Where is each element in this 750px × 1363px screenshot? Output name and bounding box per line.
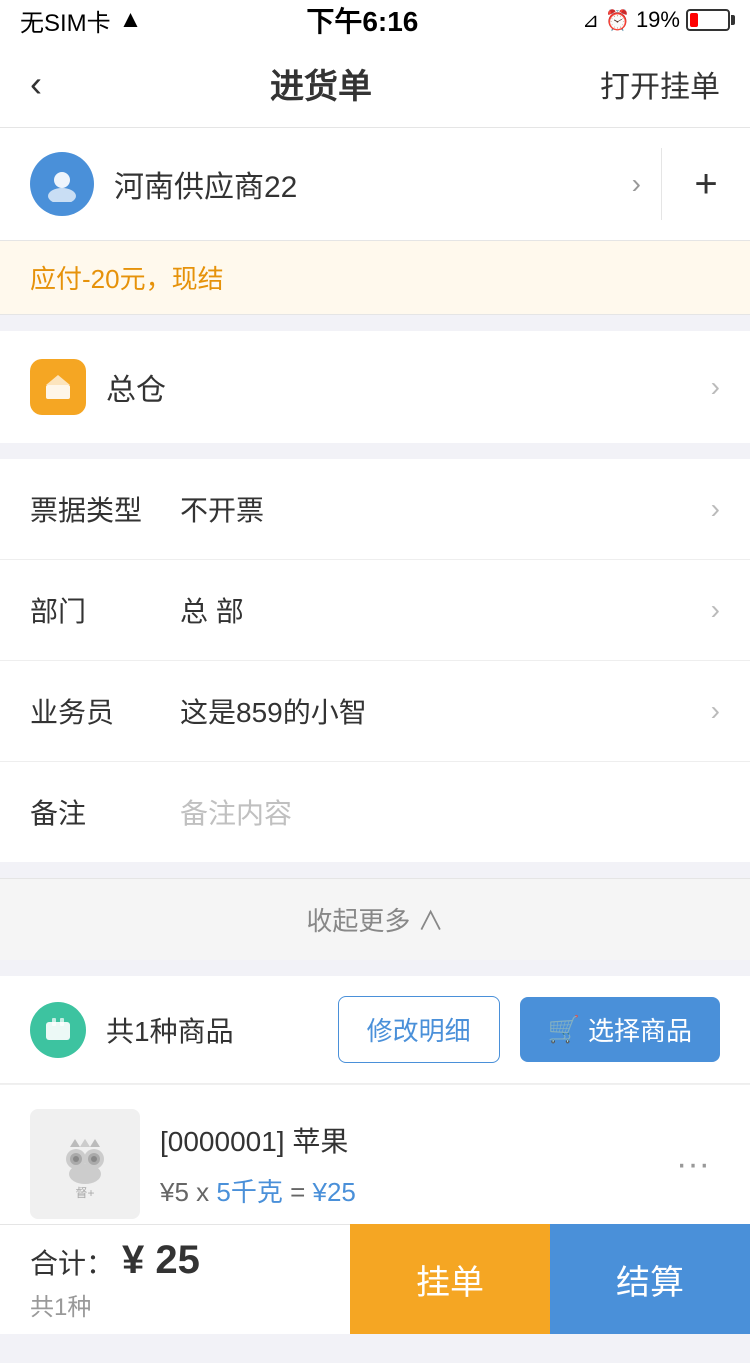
invoice-chevron-icon: › xyxy=(711,493,720,525)
bottom-bar: 合计： ¥ 25 共1种 挂单 结算 xyxy=(0,1224,750,1334)
total-count: 共1种 xyxy=(30,1287,320,1322)
multiply-sign: x xyxy=(196,1177,216,1207)
time-display: 下午6:16 xyxy=(306,0,418,40)
carrier-text: 无SIM卡 xyxy=(20,3,111,38)
equals-sign: = xyxy=(290,1177,312,1207)
settle-label: 结算 xyxy=(616,1255,684,1304)
products-count: 共1种商品 xyxy=(106,1010,318,1050)
department-value: 总 部 xyxy=(150,590,711,630)
department-chevron-icon: › xyxy=(711,594,720,626)
status-right: ⊿ ⏰ 19% xyxy=(582,7,730,33)
select-product-button[interactable]: 🛒 选择商品 xyxy=(520,997,720,1062)
status-left: 无SIM卡 ▲ xyxy=(20,3,142,38)
salesperson-chevron-icon: › xyxy=(711,695,720,727)
product-item: 督+ [0000001] 苹果 ¥5 x 5千克 = ¥25 ··· xyxy=(0,1084,750,1243)
supplier-chevron-icon: › xyxy=(632,168,641,200)
add-supplier-button[interactable]: + xyxy=(662,128,750,240)
page-title: 进货单 xyxy=(270,59,372,108)
hang-button[interactable]: 挂单 xyxy=(350,1224,550,1334)
bottom-summary: 合计： ¥ 25 共1种 xyxy=(0,1224,350,1334)
product-name: [0000001] 苹果 xyxy=(160,1120,666,1160)
invoice-value: 不开票 xyxy=(150,489,711,529)
select-product-label: 选择商品 xyxy=(588,1011,692,1048)
warehouse-icon xyxy=(30,359,86,415)
supplier-section: 河南供应商22 › + 应付-20元，现结 xyxy=(0,128,750,315)
supplier-row[interactable]: 河南供应商22 › xyxy=(0,128,661,240)
salesperson-row[interactable]: 业务员 这是859的小智 › xyxy=(0,661,750,762)
product-thumbnail: 督+ xyxy=(30,1109,140,1219)
collapse-bar[interactable]: 收起更多 ∧ xyxy=(0,878,750,960)
invoice-row[interactable]: 票据类型 不开票 › xyxy=(0,459,750,560)
unit-price: ¥5 xyxy=(160,1177,189,1207)
remark-label: 备注 xyxy=(30,792,150,832)
wifi-icon: ▲ xyxy=(119,6,143,34)
supplier-avatar xyxy=(30,152,94,216)
products-header: 共1种商品 修改明细 🛒 选择商品 xyxy=(0,976,750,1084)
edit-detail-button[interactable]: 修改明细 xyxy=(338,996,500,1063)
products-section: 共1种商品 修改明细 🛒 选择商品 xyxy=(0,976,750,1243)
invoice-label: 票据类型 xyxy=(30,489,150,529)
collapse-label: 收起更多 ∧ xyxy=(306,906,443,936)
battery-text: 19% xyxy=(636,7,680,33)
total-label: 合计： xyxy=(30,1242,114,1282)
nav-bar: ‹ 进货单 打开挂单 xyxy=(0,40,750,128)
more-button[interactable]: ··· xyxy=(666,1135,720,1194)
svg-text:督+: 督+ xyxy=(75,1185,94,1199)
quantity: 5千克 xyxy=(216,1177,282,1207)
department-row[interactable]: 部门 总 部 › xyxy=(0,560,750,661)
warehouse-name: 总仓 xyxy=(106,365,711,409)
battery-icon xyxy=(686,9,730,31)
product-price: ¥5 x 5千克 = ¥25 xyxy=(160,1172,666,1209)
supplier-name: 河南供应商22 xyxy=(114,162,632,206)
status-bar: 无SIM卡 ▲ 下午6:16 ⊿ ⏰ 19% xyxy=(0,0,750,40)
salesperson-label: 业务员 xyxy=(30,691,150,731)
alarm-icon: ⏰ xyxy=(605,8,630,33)
total-price: ¥25 xyxy=(313,1177,356,1207)
warehouse-chevron-icon: › xyxy=(711,371,720,403)
notice-text: 应付-20元，现结 xyxy=(30,264,224,294)
product-info: [0000001] 苹果 ¥5 x 5千克 = ¥25 xyxy=(160,1120,666,1209)
location-icon: ⊿ xyxy=(582,8,599,33)
hang-label: 挂单 xyxy=(416,1255,484,1304)
remark-row[interactable]: 备注 备注内容 xyxy=(0,762,750,862)
cart-icon: 🛒 xyxy=(548,1014,580,1045)
remark-placeholder: 备注内容 xyxy=(150,792,720,832)
total-amount: ¥ 25 xyxy=(122,1238,200,1283)
back-button[interactable]: ‹ xyxy=(30,63,42,105)
department-label: 部门 xyxy=(30,590,150,630)
form-section: 票据类型 不开票 › 部门 总 部 › 业务员 这是859的小智 › 备注 备注… xyxy=(0,459,750,862)
product-code: [0000001] xyxy=(160,1126,285,1157)
notice-bar: 应付-20元，现结 xyxy=(0,241,750,315)
settle-button[interactable]: 结算 xyxy=(550,1224,750,1334)
warehouse-section: 总仓 › xyxy=(0,331,750,443)
salesperson-value: 这是859的小智 xyxy=(150,691,711,731)
products-icon xyxy=(30,1002,86,1058)
product-title: 苹果 xyxy=(292,1126,348,1157)
warehouse-row[interactable]: 总仓 › xyxy=(0,331,750,443)
open-pending-button[interactable]: 打开挂单 xyxy=(600,62,720,106)
